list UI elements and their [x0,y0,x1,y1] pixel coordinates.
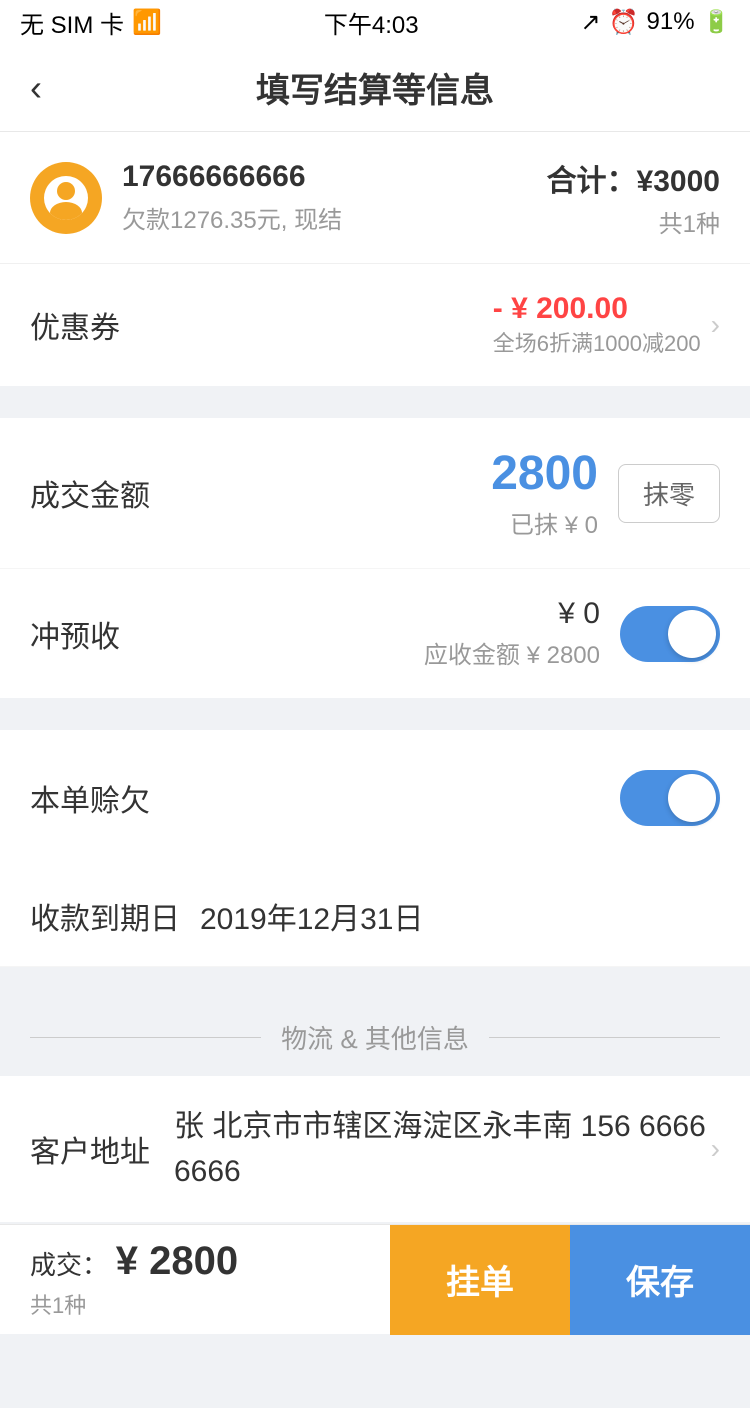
bottom-deal-amount: ¥ 2800 [116,1239,238,1283]
battery-icon: 🔋 [703,9,730,35]
prepay-label: 冲预收 [30,612,120,656]
status-time: 下午4:03 [324,5,419,40]
total-count: 共1种 [547,204,720,239]
header: ‹ 填写结算等信息 [0,44,750,132]
defer-toggle-circle [668,774,716,822]
defer-toggle[interactable] [620,770,720,826]
address-row[interactable]: 客户地址 张 北京市市辖区海淀区永丰南 156 6666 6666 › [0,1076,750,1222]
address-card: 客户地址 张 北京市市辖区海淀区永丰南 156 6666 6666 › [0,1076,750,1222]
deal-amount-label: 成交金额 [30,471,150,515]
prepay-right: ¥ 0 应收金额 ¥ 2800 [424,597,720,670]
prepay-toggle[interactable] [620,606,720,662]
deal-amount-erased: 已抹 ¥ 0 [510,505,598,540]
deal-amount-right: 2800 已抹 ¥ 0 抹零 [491,446,720,540]
location-icon: ↗ [581,8,601,37]
round-zero-button[interactable]: 抹零 [618,464,720,523]
content: 17666666666 欠款1276.35元, 现结 合计：¥3000 共1种 … [0,132,750,1408]
avatar-icon [44,176,88,220]
due-date-row: 收款到期日 2019年12月31日 [0,866,750,967]
coupon-right: - ¥ 200.00 全场6折满1000减200 › [493,292,720,358]
status-bar: 无 SIM 卡 📶 下午4:03 ↗ ⏰ 91% 🔋 [0,0,750,44]
signal-text: 无 SIM 卡 [20,5,124,40]
due-date-value: 2019年12月31日 [200,894,423,938]
coupon-desc: 全场6折满1000减200 [493,326,701,358]
customer-card: 17666666666 欠款1276.35元, 现结 合计：¥3000 共1种 … [0,132,750,386]
deal-amount-card: 成交金额 2800 已抹 ¥ 0 抹零 冲预收 ¥ 0 应收金额 ¥ 2800 [0,418,750,698]
address-value: 张 北京市市辖区海淀区永丰南 156 6666 6666 [174,1104,711,1194]
customer-right: 合计：¥3000 共1种 [547,156,720,239]
customer-info: 17666666666 欠款1276.35元, 现结 [122,160,342,235]
coupon-row[interactable]: 优惠券 - ¥ 200.00 全场6折满1000减200 › [0,263,750,386]
customer-row: 17666666666 欠款1276.35元, 现结 合计：¥3000 共1种 [0,132,750,263]
customer-sub: 欠款1276.35元, 现结 [122,200,342,235]
battery-text: 91% [647,8,695,36]
address-chevron-icon: › [711,1133,720,1165]
customer-phone: 17666666666 [122,160,342,194]
prepay-amount-block: ¥ 0 应收金额 ¥ 2800 [424,597,600,670]
section-divider-2 [0,714,750,730]
back-button[interactable]: ‹ [30,67,42,109]
pending-button[interactable]: 挂单 [390,1225,570,1335]
prepay-amount: ¥ 0 [424,597,600,631]
header-title: 填写结算等信息 [256,63,494,112]
status-left: 无 SIM 卡 📶 [20,5,162,40]
bottom-deal-label: 成交： [30,1250,108,1280]
prepay-row: 冲预收 ¥ 0 应收金额 ¥ 2800 [0,569,750,698]
amount-block: 2800 已抹 ¥ 0 [491,446,598,540]
logistics-divider: 物流 & 其他信息 [0,999,750,1076]
chevron-right-icon: › [711,309,720,341]
section-divider-3 [0,983,750,999]
clock-icon: ⏰ [609,8,639,37]
wifi-icon: 📶 [132,8,162,37]
customer-left: 17666666666 欠款1276.35元, 现结 [30,160,342,235]
address-label: 客户地址 [30,1127,150,1171]
toggle-circle [668,610,716,658]
divider-line-right [489,1037,720,1038]
logistics-text: 物流 & 其他信息 [281,1019,469,1056]
avatar [30,162,102,234]
bottom-count: 共1种 [30,1288,360,1320]
divider-line-left [30,1037,261,1038]
prepay-sub: 应收金额 ¥ 2800 [424,635,600,670]
bottom-summary: 成交： ¥ 2800 共1种 [0,1239,390,1320]
deal-amount-row: 成交金额 2800 已抹 ¥ 0 抹零 [0,418,750,569]
deal-amount-value: 2800 [491,446,598,501]
total-amount: 合计：¥3000 [547,156,720,200]
defer-label: 本单赊欠 [30,776,150,820]
coupon-discount: - ¥ 200.00 [493,292,701,326]
defer-row: 本单赊欠 [0,730,750,866]
defer-card: 本单赊欠 收款到期日 2019年12月31日 [0,730,750,967]
bottom-deal-line: 成交： ¥ 2800 [30,1239,360,1284]
section-divider-1 [0,402,750,418]
bottom-bar: 成交： ¥ 2800 共1种 挂单 保存 [0,1224,750,1334]
due-date-label: 收款到期日 [30,894,180,938]
status-right: ↗ ⏰ 91% 🔋 [581,8,730,37]
coupon-label: 优惠券 [30,303,120,347]
save-button[interactable]: 保存 [570,1225,750,1335]
